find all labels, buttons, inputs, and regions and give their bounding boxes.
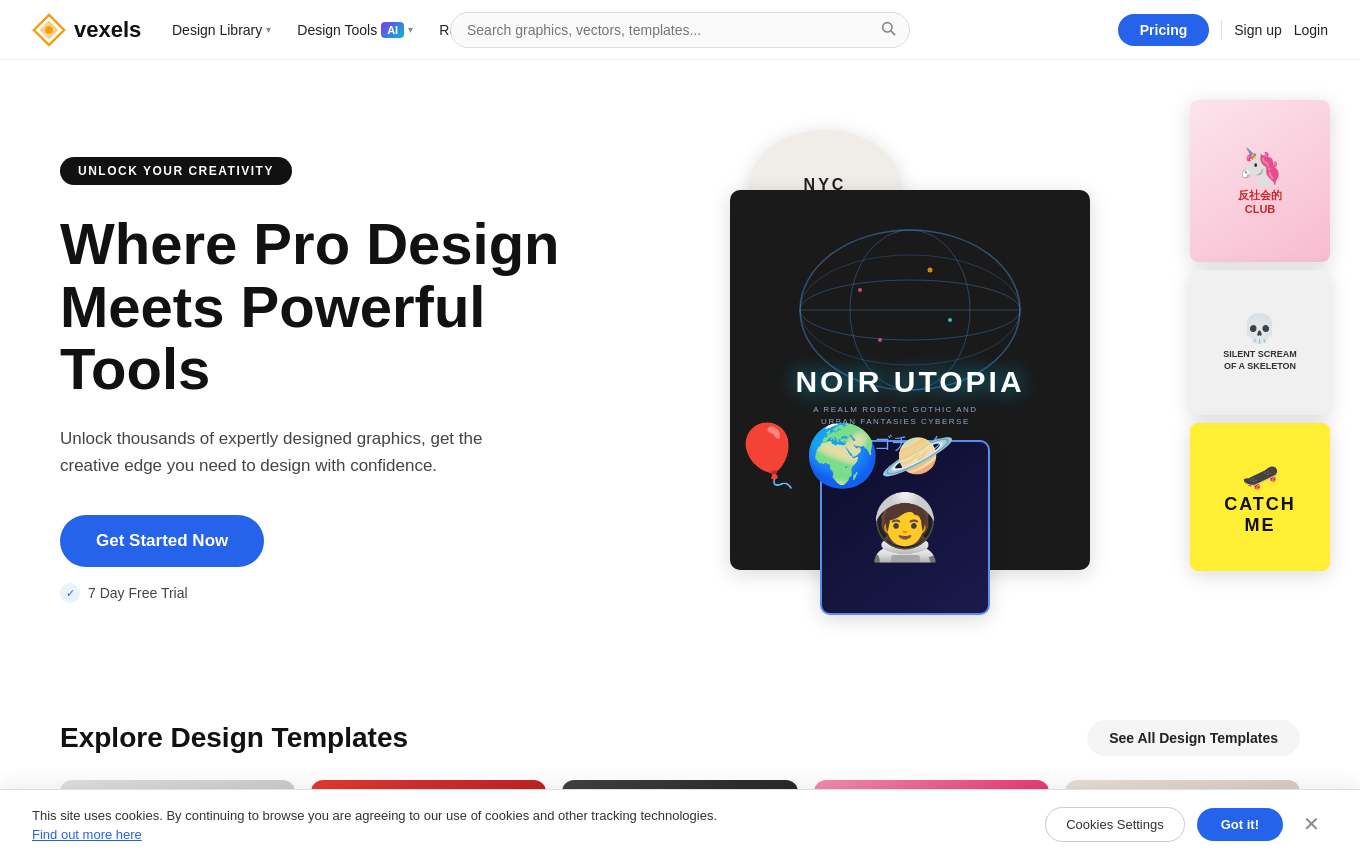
cookie-message: This site uses cookies. By continuing to… xyxy=(32,806,717,826)
svg-point-11 xyxy=(928,268,933,273)
cookies-settings-button[interactable]: Cookies Settings xyxy=(1045,807,1185,842)
got-it-button[interactable]: Got it! xyxy=(1197,808,1283,841)
check-icon: ✓ xyxy=(60,583,80,603)
chevron-down-icon: ▾ xyxy=(266,24,271,35)
nav-design-tools-label: Design Tools xyxy=(297,22,377,38)
login-button[interactable]: Login xyxy=(1294,22,1328,38)
logo[interactable]: vexels xyxy=(32,13,141,47)
cookie-close-button[interactable]: ✕ xyxy=(1295,810,1328,838)
pricing-button[interactable]: Pricing xyxy=(1118,14,1209,46)
hero-subtitle: Unlock thousands of expertly designed gr… xyxy=(60,425,490,479)
astronaut-emoji: 🧑‍🚀 xyxy=(865,490,945,565)
nav-design-tools[interactable]: Design Tools AI ▾ xyxy=(285,16,425,44)
explore-title: Explore Design Templates xyxy=(60,722,408,754)
hero-section: UNLOCK YOUR CREATIVITY Where Pro Design … xyxy=(0,60,1360,680)
trial-label: 7 Day Free Trial xyxy=(88,585,188,601)
hero-image-container: NYC xyxy=(680,100,1320,640)
nav-design-library[interactable]: Design Library ▾ xyxy=(160,16,283,44)
card-pink-text: 反社会的CLUB xyxy=(1238,188,1283,217)
svg-point-2 xyxy=(45,26,53,34)
skateboard-emoji: 🛹 xyxy=(1224,459,1296,494)
svg-point-13 xyxy=(878,338,882,342)
svg-point-3 xyxy=(883,22,892,31)
unicorn-emoji: 🦄 xyxy=(1238,146,1283,188)
cookie-banner: This site uses cookies. By continuing to… xyxy=(0,789,1360,860)
card-skeleton-text: SILENT SCREAMOF A SKELETON xyxy=(1223,349,1297,372)
noir-title: NOIR UTOPIA xyxy=(795,365,1024,398)
cookie-actions: Cookies Settings Got it! ✕ xyxy=(1045,807,1328,842)
planet-decoration: 🎈🌍🪐 xyxy=(730,420,955,491)
explore-header: Explore Design Templates See All Design … xyxy=(60,720,1300,756)
hero-content: UNLOCK YOUR CREATIVITY Where Pro Design … xyxy=(60,157,580,603)
hero-visuals: NYC xyxy=(580,120,1300,640)
svg-point-12 xyxy=(948,318,952,322)
skeleton-emoji: 💀 xyxy=(1223,312,1297,345)
design-card-pink: 🦄 反社会的CLUB xyxy=(1190,100,1330,262)
navbar: vexels Design Library ▾ Design Tools AI … xyxy=(0,0,1360,60)
nav-divider xyxy=(1221,20,1222,40)
hero-title: Where Pro Design Meets Powerful Tools xyxy=(60,213,580,401)
nav-design-library-label: Design Library xyxy=(172,22,262,38)
logo-icon xyxy=(32,13,66,47)
signup-button[interactable]: Sign up xyxy=(1234,22,1281,38)
chevron-down-icon-2: ▾ xyxy=(408,24,413,35)
get-started-button[interactable]: Get Started Now xyxy=(60,515,264,567)
search-container xyxy=(450,12,910,48)
svg-line-4 xyxy=(891,31,894,34)
card-yellow-text: CATCHME xyxy=(1224,494,1296,536)
svg-point-10 xyxy=(858,288,862,292)
design-card-skeleton: 💀 SILENT SCREAMOF A SKELETON xyxy=(1190,270,1330,415)
navbar-actions: Pricing Sign up Login xyxy=(1118,14,1328,46)
search-input[interactable] xyxy=(450,12,910,48)
free-trial: ✓ 7 Day Free Trial xyxy=(60,583,580,603)
design-card-yellow: 🛹 CATCHME xyxy=(1190,423,1330,571)
cookie-text-block: This site uses cookies. By continuing to… xyxy=(32,806,717,844)
see-all-templates-button[interactable]: See All Design Templates xyxy=(1087,720,1300,756)
hero-badge: UNLOCK YOUR CREATIVITY xyxy=(60,157,292,185)
search-icon xyxy=(880,20,896,40)
logo-text: vexels xyxy=(74,17,141,43)
cookie-find-more-link[interactable]: Find out more here xyxy=(32,827,142,842)
ai-badge: AI xyxy=(381,22,404,38)
